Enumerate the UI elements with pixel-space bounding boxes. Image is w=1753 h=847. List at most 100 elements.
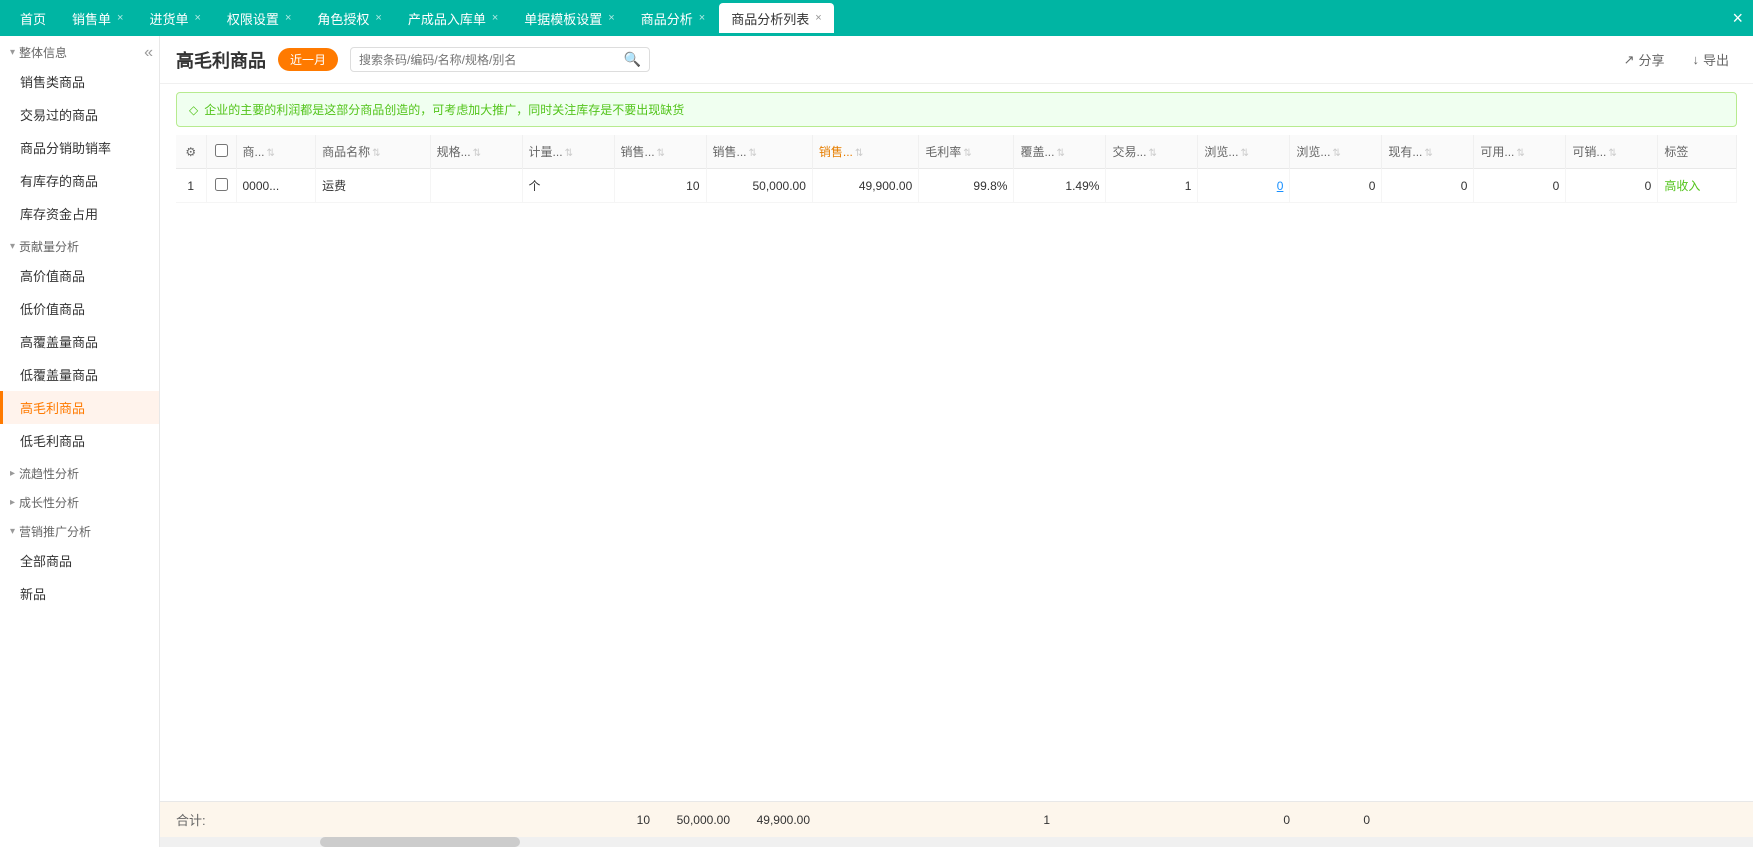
close-icon[interactable]: × [699, 12, 705, 24]
search-input[interactable] [359, 53, 620, 67]
footer-sales-qty: 10 [576, 813, 656, 827]
footer-coverage-spacer [896, 813, 976, 827]
col-coverage[interactable]: 覆盖...⇅ [1014, 135, 1106, 169]
sidebar-item-traded-goods[interactable]: 交易过的商品 [0, 98, 159, 131]
footer-browse2-spacer [1136, 813, 1216, 827]
search-icon[interactable]: 🔍 [624, 51, 641, 68]
filter-recent-month-button[interactable]: 近一月 [278, 48, 338, 71]
nav-tab-analysis-list[interactable]: 商品分析列表 × [719, 3, 833, 33]
nav-tab-analysis[interactable]: 商品分析 × [629, 3, 717, 33]
sidebar-item-distribution-rate[interactable]: 商品分销助销率 [0, 131, 159, 164]
cell-browse2: 0 [1290, 169, 1382, 203]
col-settings[interactable]: ⚙ [176, 135, 206, 169]
nav-tab-roles[interactable]: 角色授权 × [305, 3, 393, 33]
close-icon[interactable]: × [375, 12, 381, 24]
scrollbar-thumb[interactable] [320, 837, 520, 847]
col-available[interactable]: 可用...⇅ [1474, 135, 1566, 169]
col-browse1[interactable]: 浏览...⇅ [1198, 135, 1290, 169]
header-actions: ↗ 分享 ↓ 导出 [1616, 46, 1737, 73]
nav-tab-template[interactable]: 单据模板设置 × [512, 3, 626, 33]
sidebar-item-low-coverage[interactable]: 低覆盖量商品 [0, 358, 159, 391]
export-icon: ↓ [1692, 52, 1699, 67]
sidebar-item-low-value[interactable]: 低价值商品 [0, 292, 159, 325]
chevron-right-icon: ▸ [10, 468, 15, 479]
row-checkbox[interactable] [215, 178, 228, 191]
col-transaction[interactable]: 交易...⇅ [1106, 135, 1198, 169]
sidebar-item-high-margin[interactable]: 高毛利商品 [0, 391, 159, 424]
nav-tab-home[interactable]: 首页 [8, 3, 58, 33]
col-unit[interactable]: 计量...⇅ [522, 135, 614, 169]
sidebar-item-stock-capital[interactable]: 库存资金占用 [0, 197, 159, 230]
col-sales-profit[interactable]: 销售...⇅ [812, 135, 918, 169]
sidebar-collapse-button[interactable]: « [144, 44, 153, 62]
sidebar-item-new-goods[interactable]: 新品 [0, 577, 159, 610]
export-button[interactable]: ↓ 导出 [1684, 46, 1737, 73]
nav-tab-products[interactable]: 产成品入库单 × [396, 3, 510, 33]
col-gross-rate[interactable]: 毛利率⇅ [919, 135, 1014, 169]
sidebar-group-contribution[interactable]: ▾ 贡献量分析 [0, 230, 159, 259]
nav-tab-sales[interactable]: 销售单 × [60, 3, 135, 33]
close-icon[interactable]: × [815, 12, 821, 24]
footer-browse-spacer [1056, 813, 1136, 827]
table-container: ⚙ 商...⇅ 商品名称⇅ 规格...⇅ 计量...⇅ 销售...⇅ 销售...… [160, 135, 1753, 801]
col-tag[interactable]: 标签 [1658, 135, 1737, 169]
sidebar-item-stocked-goods[interactable]: 有库存的商品 [0, 164, 159, 197]
sidebar-item-all-goods[interactable]: 全部商品 [0, 544, 159, 577]
footer-spacer3 [296, 813, 356, 827]
col-current-stock[interactable]: 现有...⇅ [1382, 135, 1474, 169]
sidebar-group-growth[interactable]: ▸ 成长性分析 [0, 486, 159, 515]
footer-spacer1 [236, 813, 266, 827]
share-button[interactable]: ↗ 分享 [1616, 46, 1673, 73]
page-title: 高毛利商品 [176, 47, 266, 73]
cell-code: 0000... [236, 169, 316, 203]
footer-sales-profit: 49,900.00 [736, 813, 816, 827]
table-header-row: ⚙ 商...⇅ 商品名称⇅ 规格...⇅ 计量...⇅ 销售...⇅ 销售...… [176, 135, 1737, 169]
cell-spec [430, 169, 522, 203]
content-area: 高毛利商品 近一月 🔍 ↗ 分享 ↓ 导出 ◇ 企业的主要的利润都是这部分商品创… [160, 36, 1753, 847]
nav-tab-purchase[interactable]: 进货单 × [137, 3, 212, 33]
footer-current-stock: 0 [1216, 813, 1296, 827]
cell-unit: 个 [522, 169, 614, 203]
top-navigation: 首页 销售单 × 进货单 × 权限设置 × 角色授权 × 产成品入库单 × 单据… [0, 0, 1753, 36]
cell-tag: 高收入 [1658, 169, 1737, 203]
sidebar-item-low-margin[interactable]: 低毛利商品 [0, 424, 159, 457]
close-icon[interactable]: × [492, 12, 498, 24]
search-box: 🔍 [350, 47, 650, 72]
sidebar: « ▾ 整体信息 销售类商品 交易过的商品 商品分销助销率 有库存的商品 库存资… [0, 36, 160, 847]
footer-available: 0 [1296, 813, 1376, 827]
sidebar-item-high-value[interactable]: 高价值商品 [0, 259, 159, 292]
cell-coverage: 1.49% [1014, 169, 1106, 203]
close-icon[interactable]: × [194, 12, 200, 24]
close-icon[interactable]: × [608, 12, 614, 24]
sidebar-group-marketing[interactable]: ▾ 营销推广分析 [0, 515, 159, 544]
data-table: ⚙ 商...⇅ 商品名称⇅ 规格...⇅ 计量...⇅ 销售...⇅ 销售...… [176, 135, 1737, 203]
col-saleable[interactable]: 可销...⇅ [1566, 135, 1658, 169]
sidebar-group-trend[interactable]: ▸ 流趋性分析 [0, 457, 159, 486]
table-row: 1 0000... 运费 个 10 50,000.00 49,900.00 99… [176, 169, 1737, 203]
footer-spacer5 [456, 813, 516, 827]
sidebar-item-sales-goods[interactable]: 销售类商品 [0, 65, 159, 98]
nav-tab-permissions[interactable]: 权限设置 × [215, 3, 303, 33]
cell-sales-qty: 10 [614, 169, 706, 203]
sidebar-group-overall[interactable]: ▾ 整体信息 [0, 36, 159, 65]
cell-current-stock: 0 [1382, 169, 1474, 203]
cell-checkbox[interactable] [206, 169, 236, 203]
col-spec[interactable]: 规格...⇅ [430, 135, 522, 169]
col-sales-amount[interactable]: 销售...⇅ [706, 135, 812, 169]
chevron-down-icon: ▾ [10, 241, 15, 252]
col-name[interactable]: 商品名称⇅ [316, 135, 430, 169]
horizontal-scrollbar[interactable] [160, 837, 1753, 847]
close-icon[interactable]: × [117, 12, 123, 24]
col-checkbox [206, 135, 236, 169]
col-browse2[interactable]: 浏览...⇅ [1290, 135, 1382, 169]
close-all-button[interactable]: × [1732, 9, 1743, 27]
sidebar-item-high-coverage[interactable]: 高覆盖量商品 [0, 325, 159, 358]
footer-spacer4 [356, 813, 456, 827]
select-all-checkbox[interactable] [215, 144, 228, 157]
col-sales-qty[interactable]: 销售...⇅ [614, 135, 706, 169]
cell-available: 0 [1474, 169, 1566, 203]
content-header: 高毛利商品 近一月 🔍 ↗ 分享 ↓ 导出 [160, 36, 1753, 84]
close-icon[interactable]: × [285, 12, 291, 24]
col-code[interactable]: 商...⇅ [236, 135, 316, 169]
cell-browse1[interactable]: 0 [1198, 169, 1290, 203]
